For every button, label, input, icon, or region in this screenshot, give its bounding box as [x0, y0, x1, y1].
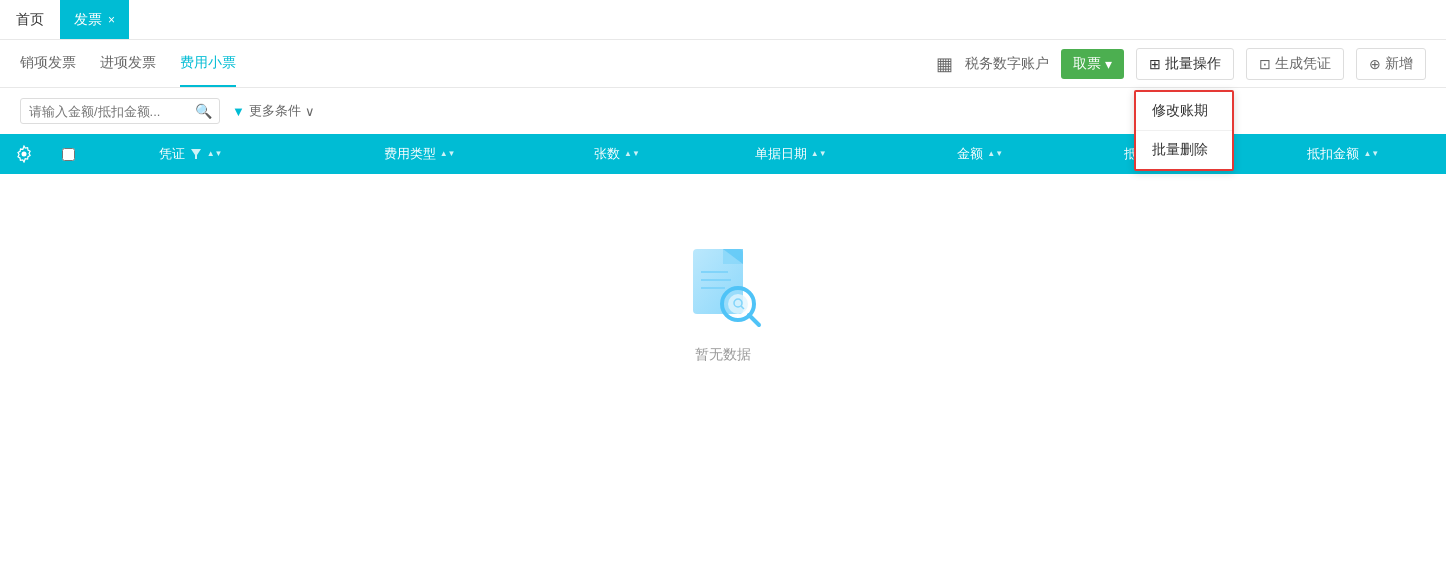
th-amount: 金额 ▲▼: [893, 145, 1067, 163]
gen-voucher-label: 生成凭证: [1275, 55, 1331, 73]
th-voucher-label: 凭证: [159, 145, 185, 163]
add-button[interactable]: ⊕ 新增: [1356, 48, 1426, 80]
nav-tab-invoice[interactable]: 发票 ×: [60, 0, 129, 39]
search-wrap: 🔍: [20, 98, 220, 124]
add-icon: ⊕: [1369, 56, 1381, 72]
voucher-filter-icon[interactable]: [189, 147, 203, 161]
sub-tabs-right: ▦ 税务数字账户 取票 ▾ ⊞ 批量操作 修改账期 批量删除 ⊡: [936, 48, 1426, 80]
expense-type-sort-icon[interactable]: ▲▼: [440, 150, 456, 158]
batch-op-label: 批量操作: [1165, 55, 1221, 73]
nav-tab-close[interactable]: ×: [108, 13, 115, 27]
empty-illustration: [673, 234, 773, 334]
th-sheets: 张数 ▲▼: [546, 145, 688, 163]
batch-op-dropdown: 修改账期 批量删除: [1134, 90, 1234, 171]
dropdown-item-modify-period[interactable]: 修改账期: [1136, 92, 1232, 130]
batch-op-wrap: ⊞ 批量操作 修改账期 批量删除: [1136, 48, 1234, 80]
voucher-sort-icon[interactable]: ▲▼: [207, 150, 223, 158]
take-ticket-label: 取票: [1073, 55, 1101, 73]
th-checkbox[interactable]: [48, 148, 88, 161]
date-sort-icon[interactable]: ▲▼: [811, 150, 827, 158]
svg-line-10: [749, 315, 759, 325]
svg-point-9: [728, 294, 748, 314]
svg-marker-1: [191, 149, 201, 159]
empty-text: 暂无数据: [695, 346, 751, 364]
batch-op-button[interactable]: ⊞ 批量操作: [1136, 48, 1234, 80]
empty-state: 暂无数据: [0, 174, 1446, 404]
th-expense-type: 费用类型 ▲▼: [293, 145, 546, 163]
svg-point-0: [22, 152, 27, 157]
tab-expense[interactable]: 费用小票: [180, 40, 236, 87]
th-expense-type-label: 费用类型: [384, 145, 436, 163]
th-sheets-label: 张数: [594, 145, 620, 163]
deduction-amount-sort-icon[interactable]: ▲▼: [1363, 150, 1379, 158]
search-input[interactable]: [29, 104, 189, 119]
gen-voucher-icon: ⊡: [1259, 56, 1271, 72]
search-icon[interactable]: 🔍: [195, 103, 212, 119]
top-nav: 首页 发票 ×: [0, 0, 1446, 40]
th-date: 单据日期 ▲▼: [688, 145, 893, 163]
main-content: 销项发票 进项发票 费用小票 ▦ 税务数字账户 取票 ▾ ⊞ 批量操作 修改账期: [0, 40, 1446, 584]
more-conditions-chevron-icon: ∨: [305, 104, 315, 119]
th-amount-label: 金额: [957, 145, 983, 163]
tab-sales[interactable]: 销项发票: [20, 40, 76, 87]
th-deduction-amount: 抵扣金额 ▲▼: [1241, 145, 1446, 163]
batch-op-icon: ⊞: [1149, 56, 1161, 72]
amount-sort-icon[interactable]: ▲▼: [987, 150, 1003, 158]
add-label: 新增: [1385, 55, 1413, 73]
sheets-sort-icon[interactable]: ▲▼: [624, 150, 640, 158]
take-ticket-chevron-icon: ▾: [1105, 56, 1112, 72]
sub-tabs-bar: 销项发票 进项发票 费用小票 ▦ 税务数字账户 取票 ▾ ⊞ 批量操作 修改账期: [0, 40, 1446, 88]
th-deduction-amount-label: 抵扣金额: [1307, 145, 1359, 163]
dropdown-item-batch-delete[interactable]: 批量删除: [1136, 131, 1232, 169]
filter-icon: ▼: [232, 104, 245, 119]
qr-code-button[interactable]: ▦: [936, 53, 953, 75]
nav-home[interactable]: 首页: [0, 0, 60, 39]
select-all-checkbox[interactable]: [62, 148, 75, 161]
th-voucher: 凭证 ▲▼: [88, 145, 293, 163]
th-date-label: 单据日期: [755, 145, 807, 163]
nav-tab-label: 发票: [74, 11, 102, 29]
more-conditions-button[interactable]: ▼ 更多条件 ∨: [232, 102, 315, 120]
tax-digital-button[interactable]: 税务数字账户: [965, 55, 1049, 73]
tab-purchase[interactable]: 进项发票: [100, 40, 156, 87]
qr-icon: ▦: [936, 53, 953, 75]
th-settings[interactable]: [0, 145, 48, 163]
more-conditions-label: 更多条件: [249, 102, 301, 120]
settings-icon: [15, 145, 33, 163]
sub-tabs-left: 销项发票 进项发票 费用小票: [20, 40, 236, 87]
take-ticket-button[interactable]: 取票 ▾: [1061, 49, 1124, 79]
gen-voucher-button[interactable]: ⊡ 生成凭证: [1246, 48, 1344, 80]
